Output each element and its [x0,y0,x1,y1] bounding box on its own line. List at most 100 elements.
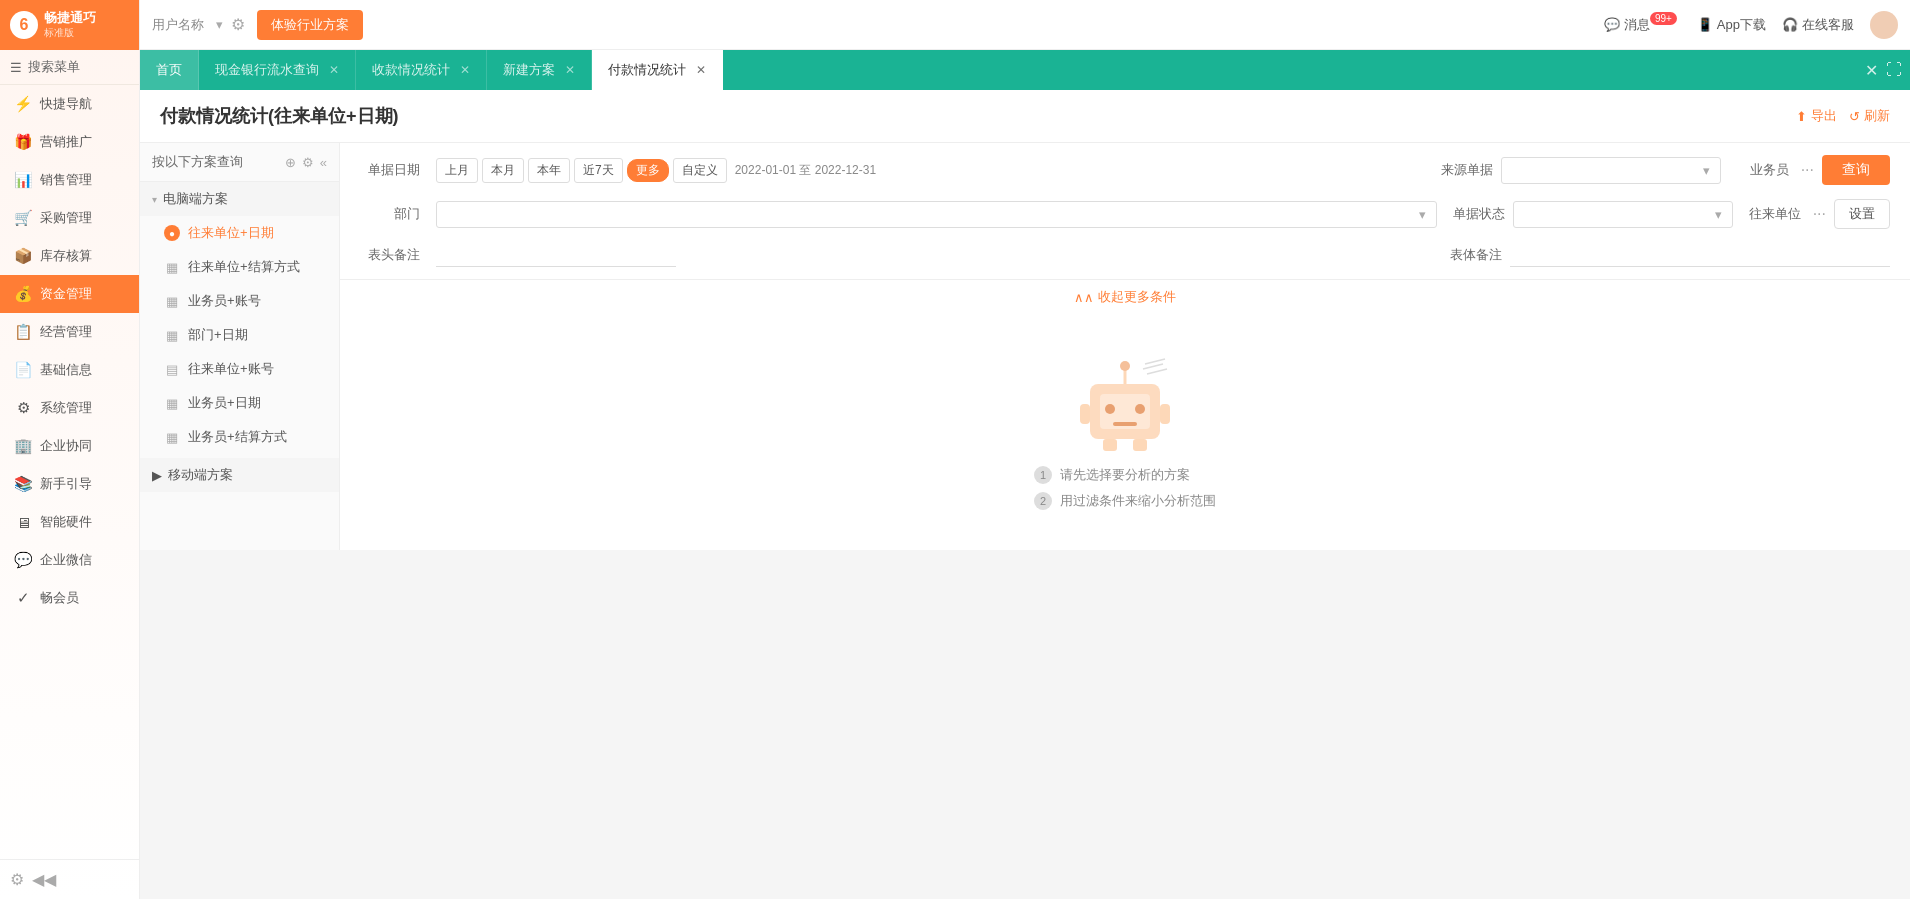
tab-receivable-close[interactable]: ✕ [460,63,470,77]
date-btn-this-year[interactable]: 本年 [528,158,570,183]
scheme-item-unit-account[interactable]: ▤ 往来单位+账号 [140,352,339,386]
empty-svg [1065,354,1185,454]
tab-bank-close[interactable]: ✕ [329,63,339,77]
query-btn[interactable]: 查询 [1822,155,1890,185]
search-menu[interactable]: ☰ 搜索菜单 [0,50,139,85]
scheme-item-dept-date[interactable]: ▦ 部门+日期 [140,318,339,352]
msg-badge: 99+ [1650,12,1677,25]
table-head-note-input[interactable] [436,243,676,267]
tab-new-scheme[interactable]: 新建方案 ✕ [487,50,592,90]
scheme-collapse-icon[interactable]: « [320,155,327,170]
collapse-sidebar-icon[interactable]: ◀◀ [32,870,56,889]
online-service-btn[interactable]: 🎧 在线客服 [1782,16,1854,34]
unit-dots[interactable]: ··· [1813,205,1826,223]
sidebar-item-inventory[interactable]: 📦 库存核算 [0,237,139,275]
refresh-icon: ↺ [1849,109,1860,124]
filter-row-1: 单据日期 上月 本月 本年 近7天 更多 自定义 2022-01-01 至 20… [360,155,1890,185]
operation-icon: 📋 [14,323,32,341]
scheme-group-desktop-title[interactable]: ▾ 电脑端方案 [140,182,339,216]
app-download-btn[interactable]: 📱 App下载 [1697,16,1766,34]
empty-illustration [1065,354,1185,454]
date-btn-custom[interactable]: 自定义 [673,158,727,183]
sidebar-item-enterprise[interactable]: 🏢 企业协同 [0,427,139,465]
scheme-panel-title: 按以下方案查询 [152,153,243,171]
scheme-item-label: 往来单位+结算方式 [188,258,300,276]
tab-new-scheme-close[interactable]: ✕ [565,63,575,77]
staff-label: 业务员 [1729,161,1789,179]
message-icon: 💬 [1604,17,1620,32]
svg-rect-7 [1103,439,1117,451]
quick-nav-icon: ⚡ [14,95,32,113]
table-body-note-input[interactable] [1510,243,1890,267]
sidebar-item-member[interactable]: ✓ 畅会员 [0,579,139,617]
sidebar-item-wechat[interactable]: 💬 企业微信 [0,541,139,579]
date-btn-more[interactable]: 更多 [627,159,669,182]
scheme-item-staff-settle[interactable]: ▦ 业务员+结算方式 [140,420,339,454]
refresh-btn[interactable]: ↺ 刷新 [1849,107,1890,125]
tab-expand-icon[interactable]: ⛶ [1886,61,1902,79]
scheme-item-staff-date[interactable]: ▦ 业务员+日期 [140,386,339,420]
svg-line-11 [1145,359,1165,364]
sidebar-item-sales[interactable]: 📊 销售管理 [0,161,139,199]
tab-payment-stat-close[interactable]: ✕ [696,63,706,77]
tab-payment-stat[interactable]: 付款情况统计 ✕ [592,50,723,90]
sidebar-item-label: 系统管理 [40,399,92,417]
sidebar-item-fund[interactable]: 💰 资金管理 [0,275,139,313]
messages-btn[interactable]: 💬 消息 99+ [1604,16,1681,34]
source-select[interactable]: ▾ [1501,157,1721,184]
tab-home[interactable]: 首页 [140,50,199,90]
date-btn-last-month[interactable]: 上月 [436,158,478,183]
trial-btn[interactable]: 体验行业方案 [257,10,363,40]
guide-icon: 📚 [14,475,32,493]
hardware-icon: 🖥 [14,513,32,531]
filter-row-2: 部门 ▾ 单据状态 ▾ 往来单位 ··· 设置 [360,199,1890,229]
setting-btn[interactable]: 设置 [1834,199,1890,229]
filter-row-3: 表头备注 表体备注 [360,243,1890,267]
scheme-settings-icon[interactable]: ⚙ [302,155,314,170]
sidebar-item-system[interactable]: ⚙ 系统管理 [0,389,139,427]
tab-bank[interactable]: 现金银行流水查询 ✕ [199,50,356,90]
header-gear-icon[interactable]: ⚙ [231,15,245,34]
tab-close-all-icon[interactable]: ✕ [1865,61,1878,80]
scheme-panel-header-actions: ⊕ ⚙ « [285,155,327,170]
date-btn-this-month[interactable]: 本月 [482,158,524,183]
top-header: 用户名称 ▾ ⚙ 体验行业方案 💬 消息 99+ 📱 App下载 🎧 在线客服 [140,0,1910,50]
system-icon: ⚙ [14,399,32,417]
source-select-arrow: ▾ [1703,163,1710,178]
date-btn-7days[interactable]: 近7天 [574,158,623,183]
sidebar-item-hardware[interactable]: 🖥 智能硬件 [0,503,139,541]
scheme-group-mobile-title[interactable]: ▶ 移动端方案 [140,458,339,492]
sidebar-item-quick-nav[interactable]: ⚡ 快捷导航 [0,85,139,123]
export-btn[interactable]: ⬆ 导出 [1796,107,1837,125]
voucher-status-select[interactable]: ▾ [1513,201,1733,228]
sidebar-item-basic[interactable]: 📄 基础信息 [0,351,139,389]
sidebar-nav: ⚡ 快捷导航 🎁 营销推广 📊 销售管理 🛒 采购管理 📦 库存核算 💰 资金管… [0,85,139,859]
sidebar-item-guide[interactable]: 📚 新手引导 [0,465,139,503]
group-title-label: 电脑端方案 [163,190,228,208]
scheme-item-unit-date[interactable]: ● 往来单位+日期 [140,216,339,250]
staff-dots[interactable]: ··· [1801,161,1814,179]
unit-settle-icon: ▦ [164,259,180,275]
scheme-item-unit-settle[interactable]: ▦ 往来单位+结算方式 [140,250,339,284]
page-header: 付款情况统计(往来单位+日期) ⬆ 导出 ↺ 刷新 [140,90,1910,143]
tab-receivable[interactable]: 收款情况统计 ✕ [356,50,487,90]
scheme-item-staff-account[interactable]: ▦ 业务员+账号 [140,284,339,318]
page-header-actions: ⬆ 导出 ↺ 刷新 [1796,107,1890,125]
dept-select[interactable]: ▾ [436,201,1437,228]
empty-tip-1: 1 请先选择要分析的方案 [1034,466,1216,484]
sidebar-item-operation[interactable]: 📋 经营管理 [0,313,139,351]
mobile-group-arrow-icon: ▶ [152,468,162,483]
header-dropdown-icon[interactable]: ▾ [216,17,223,32]
unit-label: 往来单位 [1741,205,1801,223]
svg-point-2 [1105,404,1115,414]
enterprise-icon: 🏢 [14,437,32,455]
settings-icon[interactable]: ⚙ [10,870,24,889]
filter-form: 单据日期 上月 本月 本年 近7天 更多 自定义 2022-01-01 至 20… [340,143,1910,279]
collapse-bar[interactable]: ∧∧ 收起更多条件 [340,279,1910,314]
header-right: 💬 消息 99+ 📱 App下载 🎧 在线客服 [1604,11,1898,39]
add-scheme-icon[interactable]: ⊕ [285,155,296,170]
sidebar-item-marketing[interactable]: 🎁 营销推广 [0,123,139,161]
dept-label: 部门 [360,205,420,223]
sidebar-item-label: 企业微信 [40,551,92,569]
sidebar-item-purchase[interactable]: 🛒 采购管理 [0,199,139,237]
